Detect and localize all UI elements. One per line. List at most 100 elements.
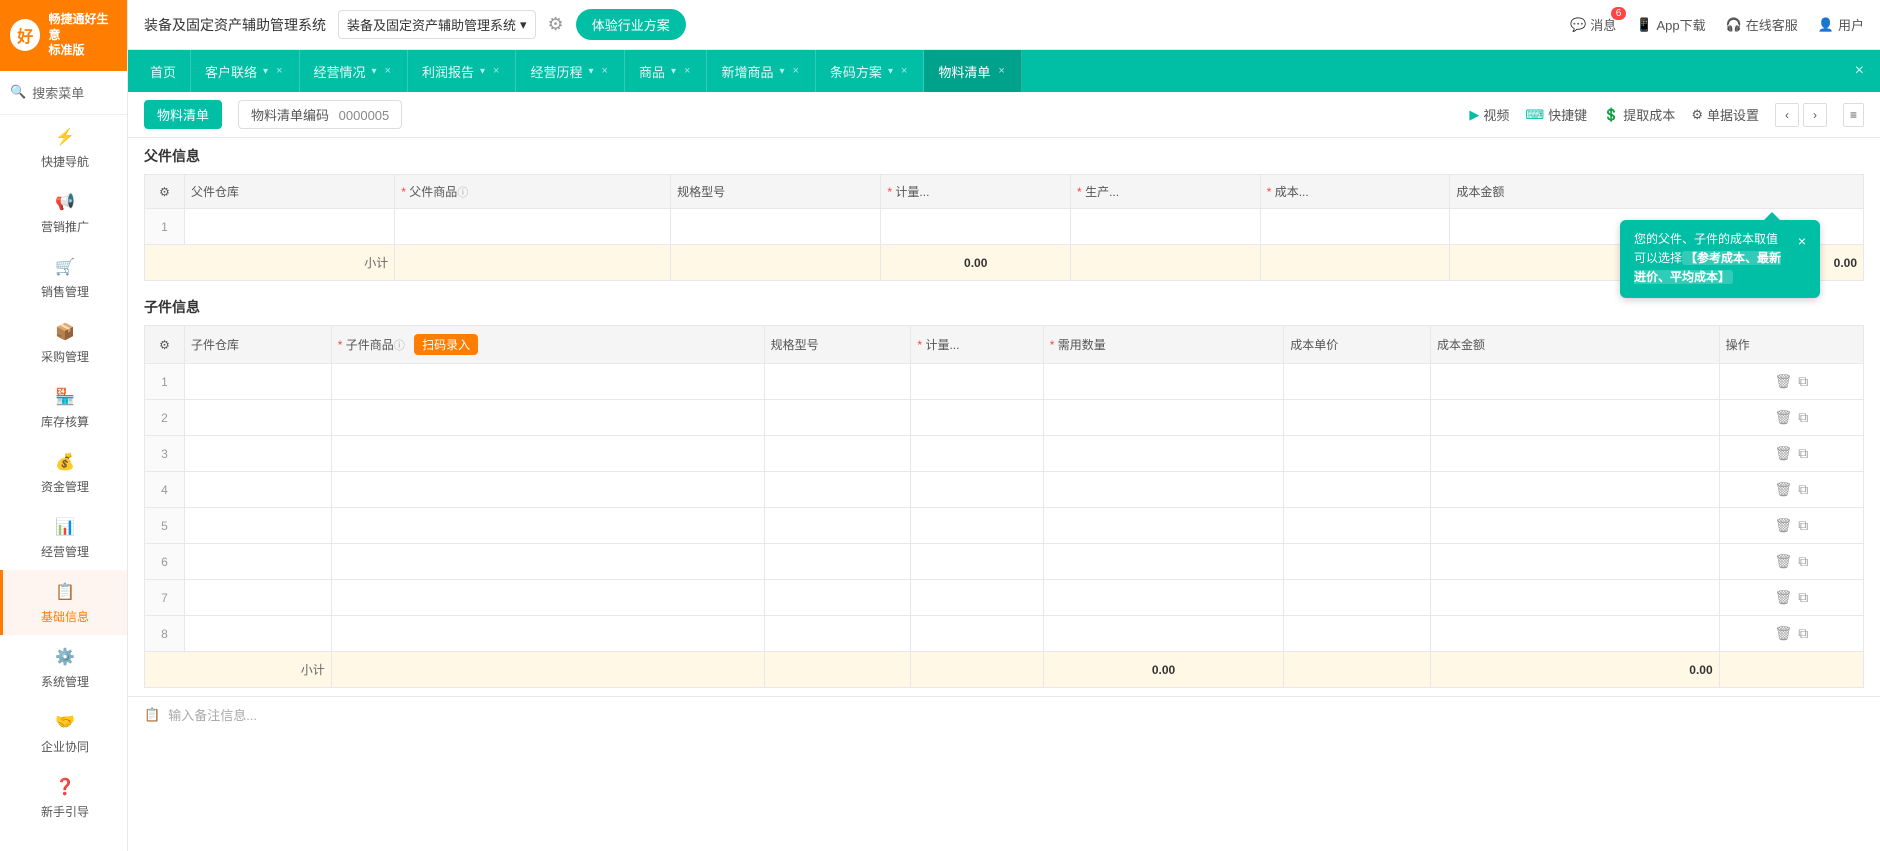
copy-icon[interactable]: ⧉ bbox=[1798, 589, 1808, 606]
sidebar-item-system[interactable]: ⚙️ 系统管理 bbox=[0, 635, 127, 700]
child-cell-qty[interactable] bbox=[1043, 544, 1284, 580]
child-cell-unit[interactable] bbox=[911, 616, 1043, 652]
tab-bom[interactable]: 物料清单 × bbox=[924, 50, 1021, 92]
child-cell-unit[interactable] bbox=[911, 400, 1043, 436]
next-page-button[interactable]: › bbox=[1803, 103, 1827, 127]
child-cell-cost-amount[interactable] bbox=[1431, 508, 1720, 544]
tab-close-icon[interactable]: × bbox=[274, 65, 284, 77]
sidebar-item-guide[interactable]: ❓ 新手引导 bbox=[0, 765, 127, 830]
sidebar-item-sales[interactable]: 🛒 销售管理 bbox=[0, 245, 127, 310]
content-tab-bom-list[interactable]: 物料清单 bbox=[144, 100, 222, 129]
tab-close-icon[interactable]: × bbox=[491, 65, 501, 77]
sidebar-item-finance[interactable]: 💰 资金管理 bbox=[0, 440, 127, 505]
user-menu[interactable]: 👤 用户 bbox=[1818, 15, 1864, 34]
child-cell-unit-cost[interactable] bbox=[1284, 472, 1431, 508]
tab-barcode[interactable]: 条码方案 ▾ × bbox=[816, 50, 924, 92]
scan-button[interactable]: 扫码录入 bbox=[414, 334, 478, 355]
delete-icon[interactable]: 🗑 bbox=[1774, 481, 1792, 498]
child-cell-unit-cost[interactable] bbox=[1284, 400, 1431, 436]
child-cell-qty[interactable] bbox=[1043, 364, 1284, 400]
child-cell-cost-amount[interactable] bbox=[1431, 400, 1720, 436]
sidebar-item-enterprise[interactable]: 🤝 企业协同 bbox=[0, 700, 127, 765]
child-cell-qty[interactable] bbox=[1043, 580, 1284, 616]
tab-profit[interactable]: 利润报告 ▾ × bbox=[408, 50, 516, 92]
trial-button[interactable]: 体验行业方案 bbox=[576, 9, 686, 40]
sidebar-item-marketing[interactable]: 📢 营销推广 bbox=[0, 180, 127, 245]
delete-icon[interactable]: 🗑 bbox=[1774, 445, 1792, 462]
parent-col-settings[interactable]: ⚙ bbox=[145, 175, 185, 209]
child-cell-qty[interactable] bbox=[1043, 616, 1284, 652]
search-menu-button[interactable]: 🔍 搜索菜单 bbox=[10, 79, 117, 106]
delete-icon[interactable]: 🗑 bbox=[1774, 625, 1792, 642]
child-cell-warehouse[interactable] bbox=[185, 616, 332, 652]
child-cell-product[interactable] bbox=[331, 508, 764, 544]
content-tab-bom-code[interactable]: 物料清单编码 0000005 bbox=[238, 100, 402, 129]
child-cell-cost-amount[interactable] bbox=[1431, 580, 1720, 616]
sidebar-item-operations[interactable]: 📊 经营管理 bbox=[0, 505, 127, 570]
settings-icon[interactable]: ⚙ bbox=[548, 14, 564, 35]
sidebar-item-basic-info[interactable]: 📋 基础信息 bbox=[0, 570, 127, 635]
child-cell-cost-amount[interactable] bbox=[1431, 544, 1720, 580]
sidebar-item-purchase[interactable]: 📦 采购管理 bbox=[0, 310, 127, 375]
child-cell-unit-cost[interactable] bbox=[1284, 544, 1431, 580]
child-cell-spec[interactable] bbox=[764, 544, 911, 580]
system-dropdown[interactable]: 装备及固定资产辅助管理系统 ▾ bbox=[338, 10, 536, 39]
tab-close-icon[interactable]: × bbox=[996, 65, 1006, 77]
child-cell-product[interactable] bbox=[331, 400, 764, 436]
child-cell-spec[interactable] bbox=[764, 364, 911, 400]
child-cell-unit[interactable] bbox=[911, 508, 1043, 544]
copy-icon[interactable]: ⧉ bbox=[1798, 625, 1808, 642]
parent-cell-product[interactable] bbox=[395, 209, 671, 245]
child-cell-spec[interactable] bbox=[764, 580, 911, 616]
child-cell-qty[interactable] bbox=[1043, 436, 1284, 472]
sidebar-item-quick-nav[interactable]: ⚡ 快捷导航 bbox=[0, 115, 127, 180]
tooltip-close-button[interactable]: × bbox=[1798, 230, 1806, 252]
delete-icon[interactable]: 🗑 bbox=[1774, 589, 1792, 606]
child-cell-unit[interactable] bbox=[911, 580, 1043, 616]
copy-icon[interactable]: ⧉ bbox=[1798, 445, 1808, 462]
child-cell-product[interactable] bbox=[331, 616, 764, 652]
child-cell-warehouse[interactable] bbox=[185, 508, 332, 544]
tab-customers[interactable]: 客户联络 ▾ × bbox=[191, 50, 299, 92]
messages-button[interactable]: 💬 6 消息 bbox=[1570, 15, 1616, 34]
child-cell-unit-cost[interactable] bbox=[1284, 436, 1431, 472]
child-cell-cost-amount[interactable] bbox=[1431, 616, 1720, 652]
child-cell-unit-cost[interactable] bbox=[1284, 580, 1431, 616]
delete-icon[interactable]: 🗑 bbox=[1774, 553, 1792, 570]
copy-icon[interactable]: ⧉ bbox=[1798, 409, 1808, 426]
online-support-button[interactable]: 🎧 在线客服 bbox=[1726, 15, 1798, 34]
child-cell-qty[interactable] bbox=[1043, 400, 1284, 436]
child-cell-spec[interactable] bbox=[764, 400, 911, 436]
parent-cell-unit[interactable] bbox=[881, 209, 1071, 245]
child-cell-product[interactable] bbox=[331, 580, 764, 616]
child-cell-cost-amount[interactable] bbox=[1431, 364, 1720, 400]
delete-icon[interactable]: 🗑 bbox=[1774, 517, 1792, 534]
child-cell-cost-amount[interactable] bbox=[1431, 472, 1720, 508]
child-cell-warehouse[interactable] bbox=[185, 436, 332, 472]
child-cell-unit[interactable] bbox=[911, 364, 1043, 400]
sidebar-item-inventory[interactable]: 🏪 库存核算 bbox=[0, 375, 127, 440]
child-cell-spec[interactable] bbox=[764, 472, 911, 508]
copy-icon[interactable]: ⧉ bbox=[1798, 553, 1808, 570]
child-cell-unit[interactable] bbox=[911, 436, 1043, 472]
sidebar-search[interactable]: 🔍 搜索菜单 bbox=[0, 71, 127, 115]
child-cell-spec[interactable] bbox=[764, 508, 911, 544]
child-cell-spec[interactable] bbox=[764, 436, 911, 472]
child-cell-unit[interactable] bbox=[911, 472, 1043, 508]
tab-new-goods[interactable]: 新增商品 ▾ × bbox=[707, 50, 815, 92]
video-button[interactable]: ▶ 视频 bbox=[1469, 105, 1509, 124]
copy-icon[interactable]: ⧉ bbox=[1798, 373, 1808, 390]
child-cell-spec[interactable] bbox=[764, 616, 911, 652]
child-cell-unit-cost[interactable] bbox=[1284, 508, 1431, 544]
delete-icon[interactable]: 🗑 bbox=[1774, 373, 1792, 390]
child-cell-product[interactable] bbox=[331, 472, 764, 508]
child-cell-warehouse[interactable] bbox=[185, 472, 332, 508]
parent-cell-production[interactable] bbox=[1071, 209, 1261, 245]
child-cell-product[interactable] bbox=[331, 436, 764, 472]
tab-home[interactable]: 首页 bbox=[136, 50, 191, 92]
copy-icon[interactable]: ⧉ bbox=[1798, 481, 1808, 498]
child-cell-qty[interactable] bbox=[1043, 508, 1284, 544]
child-cell-product[interactable] bbox=[331, 364, 764, 400]
tab-close-icon[interactable]: × bbox=[790, 65, 800, 77]
tab-close-icon[interactable]: × bbox=[899, 65, 909, 77]
